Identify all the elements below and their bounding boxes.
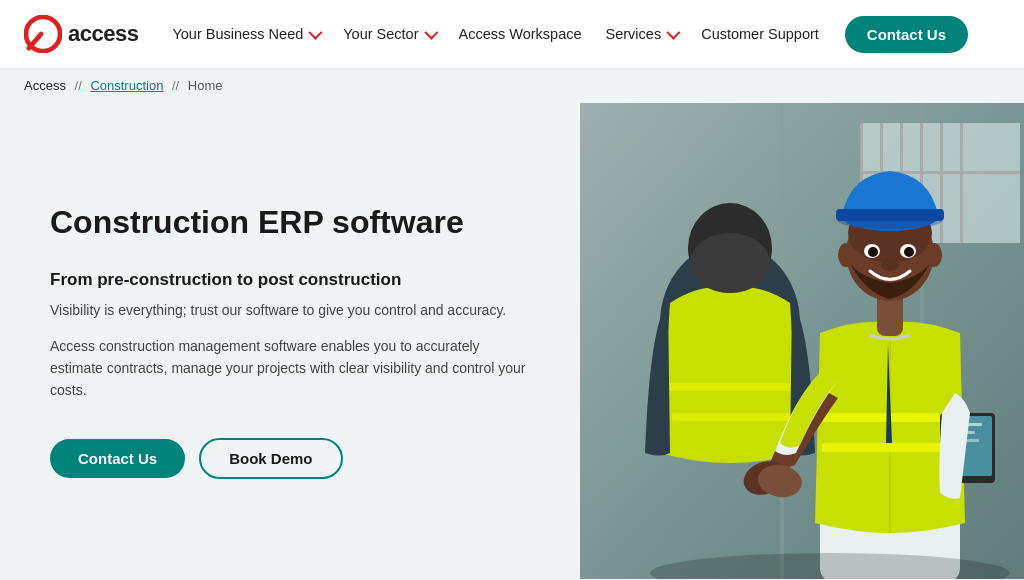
nav-your-sector[interactable]: Your Sector bbox=[333, 18, 444, 50]
breadcrumb-sep-2: // bbox=[172, 78, 179, 93]
svg-point-18 bbox=[690, 233, 770, 293]
hero-description-1: Visibility is everything; trust our soft… bbox=[50, 300, 530, 321]
hero-title: Construction ERP software bbox=[50, 203, 530, 241]
svg-point-31 bbox=[881, 259, 899, 271]
brand-name: access bbox=[68, 21, 138, 47]
svg-rect-16 bbox=[672, 413, 796, 421]
nav-customer-support[interactable]: Customer Support bbox=[691, 18, 829, 50]
construction-scene-svg bbox=[580, 103, 1024, 579]
svg-point-30 bbox=[904, 247, 914, 257]
svg-point-25 bbox=[926, 243, 942, 267]
hero-image bbox=[580, 103, 1024, 579]
svg-point-24 bbox=[838, 243, 854, 267]
nav-contact-us-button[interactable]: Contact Us bbox=[845, 16, 968, 53]
nav-services[interactable]: Services bbox=[596, 18, 688, 50]
construction-workers-image bbox=[580, 103, 1024, 579]
svg-point-34 bbox=[838, 213, 942, 229]
contact-us-button[interactable]: Contact Us bbox=[50, 439, 185, 478]
nav-access-workspace[interactable]: Access Workspace bbox=[449, 18, 592, 50]
svg-line-1 bbox=[29, 34, 41, 48]
hero-subtitle: From pre-construction to post constructi… bbox=[50, 270, 530, 290]
access-logo-icon bbox=[24, 15, 62, 53]
hero-description-2: Access construction management software … bbox=[50, 335, 530, 402]
svg-rect-12 bbox=[960, 123, 963, 243]
svg-rect-15 bbox=[668, 383, 798, 391]
nav-your-business-need[interactable]: Your Business Need bbox=[162, 18, 329, 50]
logo[interactable]: access bbox=[24, 15, 138, 53]
breadcrumb: Access // Construction // Home bbox=[0, 68, 1024, 103]
chevron-down-icon bbox=[424, 26, 438, 40]
svg-rect-11 bbox=[940, 123, 943, 243]
chevron-down-icon bbox=[309, 26, 323, 40]
breadcrumb-home: Home bbox=[188, 78, 223, 93]
svg-point-29 bbox=[868, 247, 878, 257]
breadcrumb-sep-1: // bbox=[75, 78, 82, 93]
svg-rect-21 bbox=[822, 443, 958, 452]
navbar: access Your Business Need Your Sector Ac… bbox=[0, 0, 1024, 68]
hero-section: Construction ERP software From pre-const… bbox=[0, 103, 580, 579]
cta-buttons: Contact Us Book Demo bbox=[50, 438, 530, 479]
main-content: Construction ERP software From pre-const… bbox=[0, 103, 1024, 579]
breadcrumb-construction[interactable]: Construction bbox=[90, 78, 163, 93]
breadcrumb-access[interactable]: Access bbox=[24, 78, 66, 93]
chevron-down-icon bbox=[666, 26, 680, 40]
book-demo-button[interactable]: Book Demo bbox=[199, 438, 342, 479]
nav-links: Your Business Need Your Sector Access Wo… bbox=[162, 16, 1000, 53]
